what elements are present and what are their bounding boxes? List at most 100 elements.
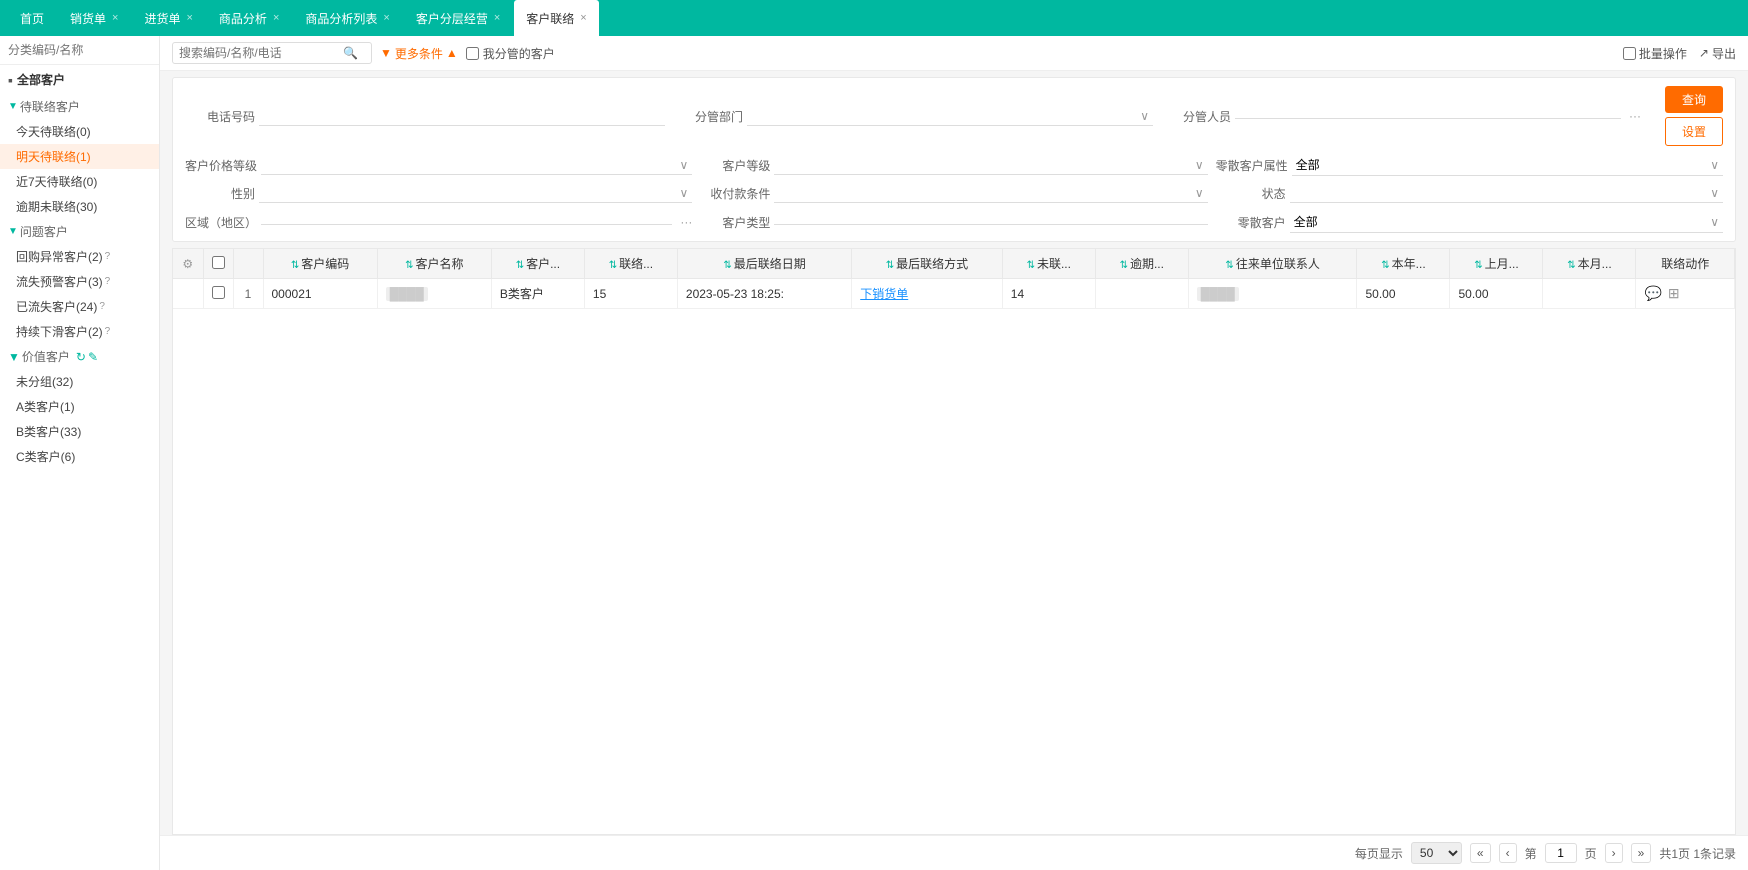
sort-unit-icon: ⇅ [1225,260,1233,271]
price-grade-select[interactable]: ∨ [261,156,692,175]
gender-label: 性别 [185,185,255,202]
group-value-customers[interactable]: ▼ 价值客户 ↻ ✎ [0,344,159,369]
triangle-icon: ▼ [8,101,18,112]
sidebar-item-today[interactable]: 今天待联络(0) [0,119,159,144]
close-analysis-list-icon[interactable]: × [383,12,389,24]
more-conditions-btn[interactable]: ▼ 更多条件 ▲ [380,45,458,62]
th-last-date[interactable]: ⇅最后联络日期 [677,249,851,279]
status-select[interactable]: ∨ [1290,184,1723,203]
last-page-btn[interactable]: » [1631,843,1652,863]
row-checkbox[interactable] [212,286,225,299]
sort-code-icon: ⇅ [291,260,299,271]
total-label: 共1页 1条记录 [1659,845,1736,862]
region-select[interactable] [261,220,672,225]
content-area: 🔍 ▼ 更多条件 ▲ 我分管的客户 批量操作 ↗ 导出 [160,36,1748,870]
th-check[interactable] [203,249,233,279]
sidebar-item-overdue[interactable]: 逾期未联络(30) [0,194,159,219]
select-all-checkbox[interactable] [212,256,225,269]
gender-select[interactable]: ∨ [259,184,692,203]
retail-attr-select[interactable]: 全部 ∨ [1292,154,1723,176]
set-button[interactable]: 设置 [1665,117,1723,146]
my-customers-checkbox[interactable]: 我分管的客户 [466,45,555,62]
th-this-year[interactable]: ⇅本年... [1357,249,1450,279]
edit-icon[interactable]: ✎ [88,350,98,364]
phone-input[interactable] [259,107,665,126]
th-last-month[interactable]: ⇅上月... [1450,249,1543,279]
close-analysis-icon[interactable]: × [273,12,279,24]
th-category[interactable]: ⇅客户... [491,249,584,279]
nav-home[interactable]: 首页 [8,0,56,36]
sidebar-item-repurchase-abnormal[interactable]: 回购异常客户(2) ? [0,244,159,269]
refresh-icon[interactable]: ↻ [76,350,86,364]
close-sales-icon[interactable]: × [112,12,118,24]
sort-this-month-icon: ⇅ [1567,260,1575,271]
batch-checkbox[interactable] [1623,47,1636,60]
right-actions: 批量操作 ↗ 导出 [1623,45,1736,62]
sidebar-search-input[interactable] [8,43,160,57]
customer-grade-select[interactable]: ∨ [774,156,1207,175]
close-purchase-icon[interactable]: × [186,12,192,24]
export-btn[interactable]: ↗ 导出 [1699,45,1736,62]
nav-purchase[interactable]: 进货单 × [132,0,204,36]
customer-type-label: 客户类型 [700,214,770,231]
close-customer-tier-icon[interactable]: × [494,12,500,24]
sidebar-item-type-a[interactable]: A类客户(1) [0,394,159,419]
th-code[interactable]: ⇅客户编码 [263,249,377,279]
grid-icon[interactable]: ⊞ [1668,285,1680,302]
row-check[interactable] [203,279,233,309]
chat-icon[interactable]: 💬 [1644,285,1661,302]
nav-customer-contact[interactable]: 客户联络 × [514,0,598,36]
next-page-btn[interactable]: › [1605,843,1623,863]
group-pending-contact[interactable]: ▼ 待联络客户 [0,94,159,119]
dept-select[interactable]: ∨ [747,107,1153,126]
sidebar-item-tomorrow[interactable]: 明天待联络(1) [0,144,159,169]
filter-price-grade: 客户价格等级 ∨ [185,156,692,175]
filter-manager: 分管人员 ··· [1161,108,1641,125]
th-unit-contact[interactable]: ⇅往来单位联系人 [1188,249,1357,279]
query-button[interactable]: 查询 [1665,86,1723,113]
group-problem-customers[interactable]: ▼ 问题客户 [0,219,159,244]
page-input[interactable] [1545,843,1577,863]
data-table-wrap: ⚙ ⇅客户编码 ⇅客户名称 ⇅客户... ⇅联络... ⇅最后联络日期 ⇅最后联… [172,248,1736,835]
per-page-select[interactable]: 50 20 100 [1411,842,1462,864]
table-header-row: ⚙ ⇅客户编码 ⇅客户名称 ⇅客户... ⇅联络... ⇅最后联络日期 ⇅最后联… [173,249,1735,279]
last-type-link[interactable]: 下销货单 [860,287,908,301]
main-search-input[interactable] [179,46,339,60]
nav-analysis-list[interactable]: 商品分析列表 × [293,0,401,36]
row-this-year: 50.00 [1357,279,1450,309]
sidebar-item-churned[interactable]: 已流失客户(24) ? [0,294,159,319]
payment-select[interactable]: ∨ [774,184,1207,203]
th-contacts[interactable]: ⇅联络... [584,249,677,279]
manager-select[interactable] [1235,114,1621,119]
retail-customer-select[interactable]: 全部 ∨ [1290,211,1723,233]
sidebar-item-7days[interactable]: 近7天待联络(0) [0,169,159,194]
prev-page-btn[interactable]: ‹ [1499,843,1517,863]
close-customer-contact-icon[interactable]: × [580,12,586,24]
th-name[interactable]: ⇅客户名称 [377,249,491,279]
th-gear[interactable]: ⚙ [173,249,203,279]
status-chevron: ∨ [1710,186,1719,200]
sidebar-item-type-c[interactable]: C类客户(6) [0,444,159,469]
batch-op-btn[interactable]: 批量操作 [1623,45,1687,62]
nav-sales[interactable]: 销货单 × [58,0,130,36]
my-customers-check[interactable] [466,47,479,60]
main-search-icon[interactable]: 🔍 [343,46,358,60]
filter-gender: 性别 ∨ [185,184,692,203]
customer-type-select[interactable] [774,220,1207,225]
sort-last-month-icon: ⇅ [1474,260,1482,271]
th-no-contact[interactable]: ⇅未联... [1002,249,1095,279]
price-grade-chevron: ∨ [680,158,689,172]
first-page-btn[interactable]: « [1470,843,1491,863]
th-overdue[interactable]: ⇅逾期... [1095,249,1188,279]
sidebar-item-declining[interactable]: 持续下滑客户(2) ? [0,319,159,344]
action-icons: 💬 ⊞ [1644,285,1726,302]
sidebar-item-churn-warning[interactable]: 流失预警客户(3) ? [0,269,159,294]
sidebar-item-type-b[interactable]: B类客户(33) [0,419,159,444]
region-dots[interactable]: ··· [680,215,692,229]
manager-dots[interactable]: ··· [1629,109,1641,123]
th-this-month[interactable]: ⇅本月... [1543,249,1636,279]
sidebar-item-ungroup[interactable]: 未分组(32) [0,369,159,394]
nav-customer-tier[interactable]: 客户分层经营 × [404,0,512,36]
th-last-type[interactable]: ⇅最后联络方式 [852,249,1003,279]
nav-analysis[interactable]: 商品分析 × [207,0,291,36]
